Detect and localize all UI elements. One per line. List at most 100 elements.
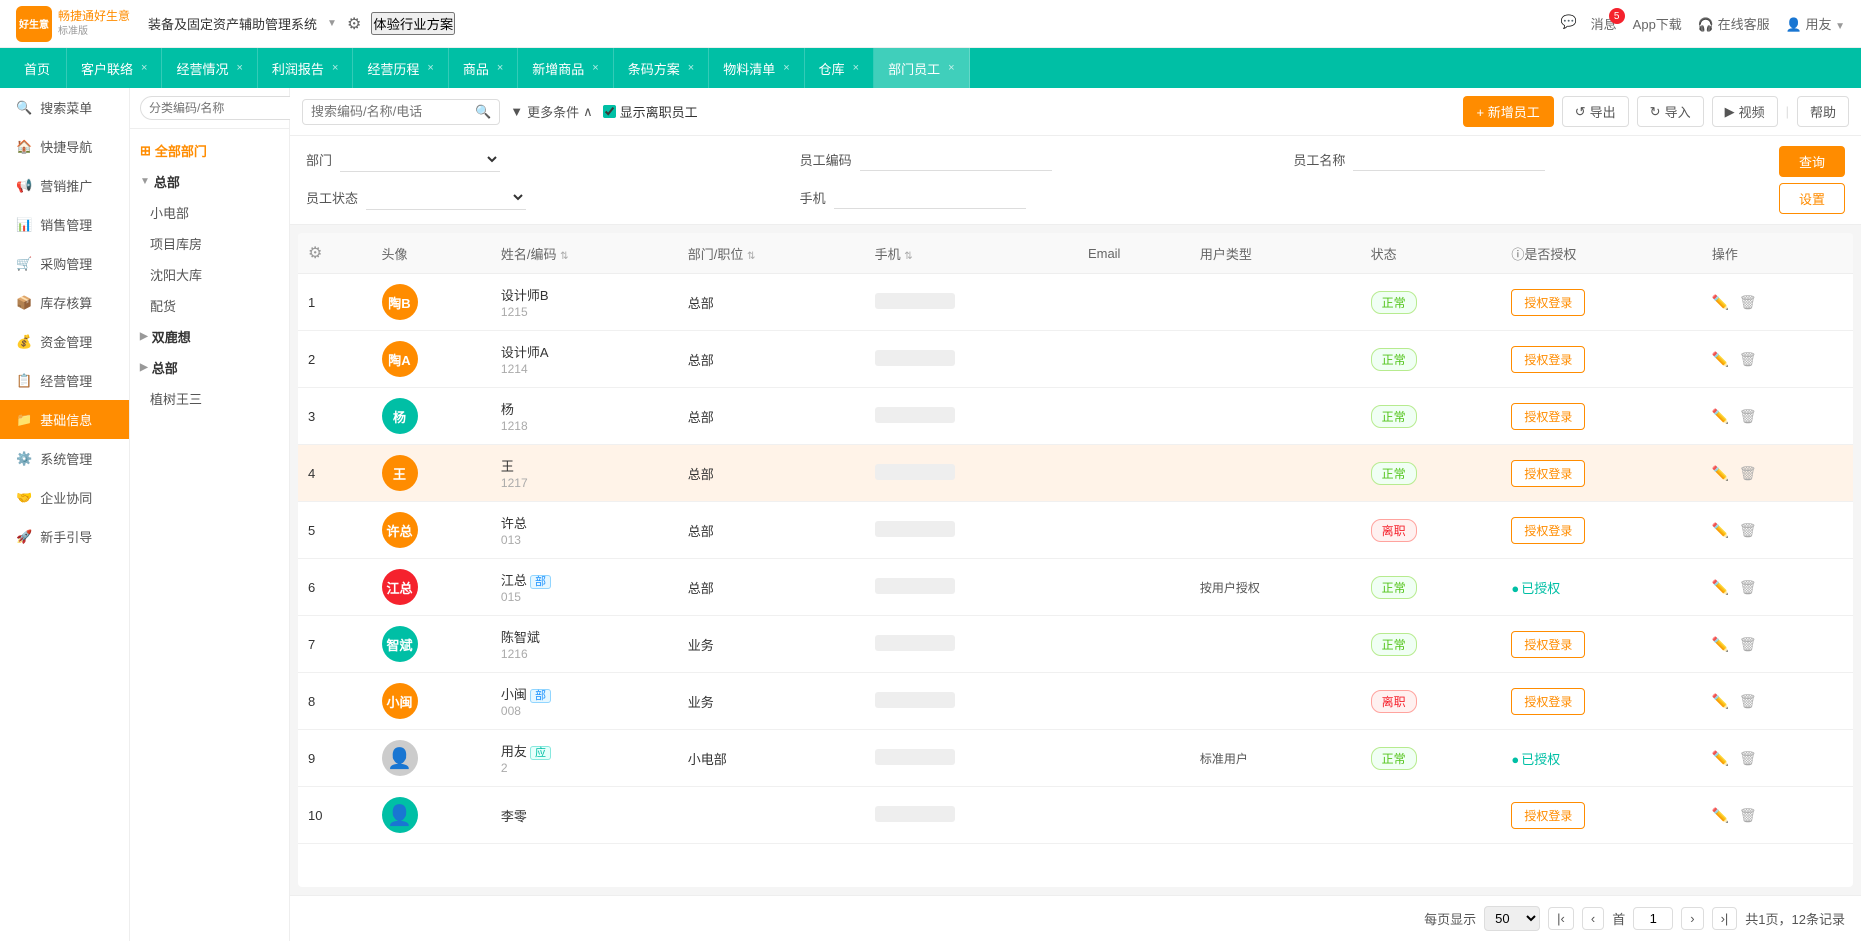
close-icon[interactable]: × xyxy=(141,62,147,74)
edit-icon[interactable]: ✏️ xyxy=(1712,693,1729,709)
close-icon[interactable]: × xyxy=(948,62,954,74)
tab-department[interactable]: 部门员工 × xyxy=(874,48,969,88)
dept-item-xiangmukufang[interactable]: 项目库房 xyxy=(130,228,289,259)
filter-emp-name-input[interactable] xyxy=(1353,147,1545,171)
reset-button[interactable]: 设置 xyxy=(1779,183,1845,214)
delete-icon[interactable]: 🗑 xyxy=(1739,807,1757,823)
dept-item-peihuo[interactable]: 配货 xyxy=(130,290,289,321)
dept-search-input[interactable] xyxy=(140,96,313,120)
auth-button[interactable]: 授权登录 xyxy=(1511,631,1585,658)
delete-icon[interactable]: 🗑 xyxy=(1739,693,1757,709)
edit-icon[interactable]: ✏️ xyxy=(1712,522,1729,538)
sidebar-item-sales[interactable]: 📊 销售管理 xyxy=(0,205,129,244)
message-area[interactable]: 💬 5 消息 xyxy=(1560,14,1616,33)
dept-group-zongbu2[interactable]: ▶ 总部 xyxy=(130,352,289,383)
online-service[interactable]: 🎧 在线客服 xyxy=(1698,14,1770,33)
sidebar-item-inventory[interactable]: 📦 库存核算 xyxy=(0,283,129,322)
add-employee-button[interactable]: + 新增员工 xyxy=(1463,96,1554,127)
close-icon[interactable]: × xyxy=(783,62,789,74)
more-filter-button[interactable]: ▼ 更多条件 ∧ xyxy=(510,102,592,121)
filter-emp-status-select[interactable] xyxy=(366,184,526,210)
dept-item-zhishuwangsan[interactable]: 植树王三 xyxy=(130,383,289,414)
edit-icon[interactable]: ✏️ xyxy=(1712,636,1729,652)
tab-home[interactable]: 首页 xyxy=(8,48,67,88)
delete-icon[interactable]: 🗑 xyxy=(1739,636,1757,652)
sidebar-item-basic[interactable]: 📁 基础信息 xyxy=(0,400,129,439)
tab-bom[interactable]: 物料清单 × xyxy=(709,48,804,88)
close-icon[interactable]: × xyxy=(427,62,433,74)
close-icon[interactable]: × xyxy=(236,62,242,74)
sidebar-item-system[interactable]: ⚙️ 系统管理 xyxy=(0,439,129,478)
edit-icon[interactable]: ✏️ xyxy=(1712,294,1729,310)
user-area[interactable]: 👤 用友 ▼ xyxy=(1786,14,1845,33)
search-input[interactable] xyxy=(311,104,471,119)
first-page-button[interactable]: |‹ xyxy=(1548,907,1574,930)
dept-all-header[interactable]: ⊞ 全部部门 xyxy=(130,135,289,166)
sort-icon[interactable]: ⇅ xyxy=(904,251,912,262)
sort-icon[interactable]: ⇅ xyxy=(747,251,755,262)
dept-item-shenyangdaku[interactable]: 沈阳大库 xyxy=(130,259,289,290)
sort-icon[interactable]: ⇅ xyxy=(560,251,568,262)
sidebar-item-finance[interactable]: 💰 资金管理 xyxy=(0,322,129,361)
next-page-button[interactable]: › xyxy=(1681,907,1703,930)
help-button[interactable]: 帮助 xyxy=(1797,96,1849,127)
view-button[interactable]: ▶ 视频 xyxy=(1712,96,1778,127)
edit-icon[interactable]: ✏️ xyxy=(1712,351,1729,367)
auth-button[interactable]: 授权登录 xyxy=(1511,289,1585,316)
delete-icon[interactable]: 🗑 xyxy=(1739,294,1757,310)
auth-button[interactable]: 授权登录 xyxy=(1511,802,1585,829)
edit-icon[interactable]: ✏️ xyxy=(1712,807,1729,823)
filter-phone-input[interactable] xyxy=(834,185,1026,209)
auth-button[interactable]: 授权登录 xyxy=(1511,346,1585,373)
auth-button[interactable]: 授权登录 xyxy=(1511,517,1585,544)
system-name-dropdown[interactable]: ▼ xyxy=(327,18,337,29)
close-icon[interactable]: × xyxy=(688,62,694,74)
dept-group-shuanglu[interactable]: ▶ 双鹿想 xyxy=(130,321,289,352)
delete-icon[interactable]: 🗑 xyxy=(1739,351,1757,367)
import-button[interactable]: ↻ 导入 xyxy=(1637,96,1704,127)
delete-icon[interactable]: 🗑 xyxy=(1739,579,1757,595)
close-icon[interactable]: × xyxy=(853,62,859,74)
sidebar-item-purchase[interactable]: 🛒 采购管理 xyxy=(0,244,129,283)
auth-button[interactable]: 授权登录 xyxy=(1511,688,1585,715)
tab-profit[interactable]: 利润报告 × xyxy=(258,48,353,88)
tab-operation[interactable]: 经营情况 × xyxy=(162,48,257,88)
tab-history[interactable]: 经营历程 × xyxy=(353,48,448,88)
export-button[interactable]: ↺ 导出 xyxy=(1562,96,1629,127)
query-button[interactable]: 查询 xyxy=(1779,146,1845,177)
tab-customer[interactable]: 客户联络 × xyxy=(67,48,162,88)
edit-icon[interactable]: ✏️ xyxy=(1712,750,1729,766)
delete-icon[interactable]: 🗑 xyxy=(1739,750,1757,766)
auth-button[interactable]: 授权登录 xyxy=(1511,460,1585,487)
sidebar-item-search[interactable]: 🔍 搜索菜单 xyxy=(0,88,129,127)
tab-barcode[interactable]: 条码方案 × xyxy=(614,48,709,88)
tab-warehouse[interactable]: 仓库 × xyxy=(805,48,874,88)
filter-emp-code-input[interactable] xyxy=(860,147,1052,171)
delete-icon[interactable]: 🗑 xyxy=(1739,465,1757,481)
edit-icon[interactable]: ✏️ xyxy=(1712,465,1729,481)
filter-dept-select[interactable] xyxy=(340,146,500,172)
page-input[interactable] xyxy=(1633,907,1673,930)
sidebar-item-marketing[interactable]: 📢 营销推广 xyxy=(0,166,129,205)
settings-button[interactable]: ⚙ xyxy=(347,14,361,34)
close-icon[interactable]: × xyxy=(332,62,338,74)
tab-goods[interactable]: 商品 × xyxy=(449,48,518,88)
show-resigned-checkbox[interactable]: 显示离职员工 xyxy=(603,102,698,121)
gear-icon[interactable]: ⚙ xyxy=(308,245,322,262)
trial-button[interactable]: 体验行业方案 xyxy=(371,12,455,35)
last-page-button[interactable]: ›| xyxy=(1712,907,1738,930)
auth-button[interactable]: 授权登录 xyxy=(1511,403,1585,430)
page-size-select[interactable]: 50 100 200 xyxy=(1484,906,1540,931)
sidebar-item-management[interactable]: 📋 经营管理 xyxy=(0,361,129,400)
sidebar-item-guide[interactable]: 🚀 新手引导 xyxy=(0,517,129,556)
edit-icon[interactable]: ✏️ xyxy=(1712,579,1729,595)
tab-add-goods[interactable]: 新增商品 × xyxy=(518,48,613,88)
close-icon[interactable]: × xyxy=(592,62,598,74)
close-icon[interactable]: × xyxy=(497,62,503,74)
sidebar-item-nav[interactable]: 🏠 快捷导航 xyxy=(0,127,129,166)
delete-icon[interactable]: 🗑 xyxy=(1739,522,1757,538)
dept-item-xiaodibu[interactable]: 小电部 xyxy=(130,197,289,228)
prev-page-button[interactable]: ‹ xyxy=(1582,907,1604,930)
sidebar-item-collab[interactable]: 🤝 企业协同 xyxy=(0,478,129,517)
dept-group-zongbu[interactable]: ▼ 总部 xyxy=(130,166,289,197)
